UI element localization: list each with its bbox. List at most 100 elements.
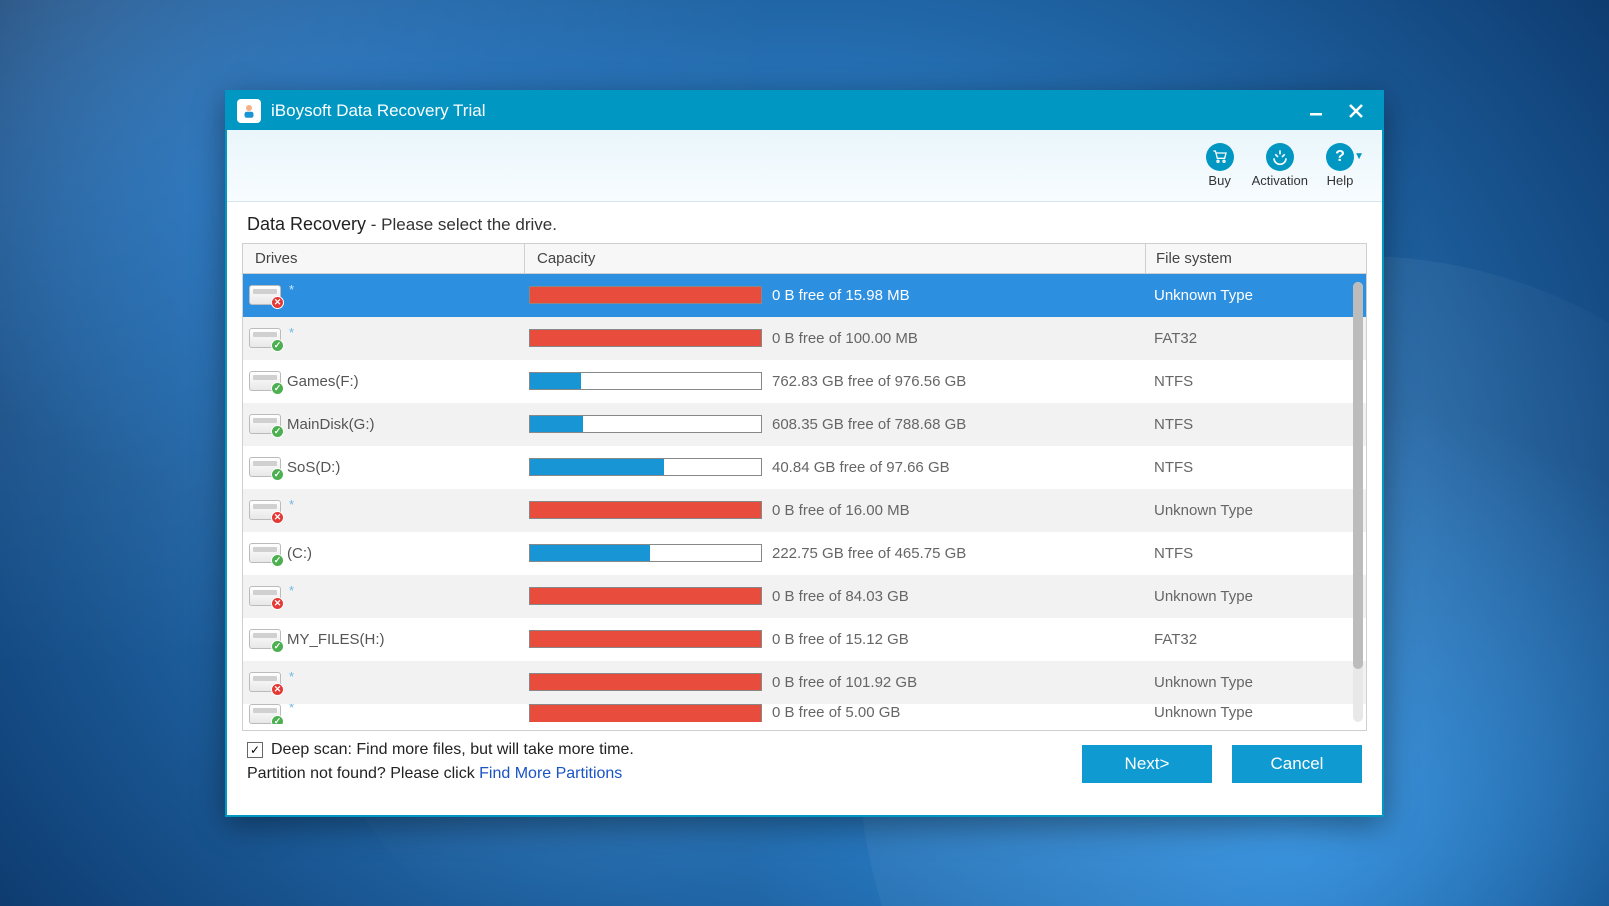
capacity-bar	[529, 630, 762, 648]
column-drives[interactable]: Drives	[243, 244, 525, 273]
table-row[interactable]: ✕*0 B free of 15.98 MBUnknown Type	[243, 274, 1366, 317]
table-row[interactable]: ✕*0 B free of 16.00 MBUnknown Type	[243, 489, 1366, 532]
capacity-bar	[529, 704, 762, 722]
table-row[interactable]: ✕ * 0 B free of 101.92 GB Unknown Type	[243, 661, 1366, 704]
filesystem-text: FAT32	[1146, 330, 1366, 347]
filesystem-text: Unknown Type	[1146, 287, 1366, 304]
asterisk-icon: *	[289, 583, 294, 598]
capacity-bar	[529, 329, 762, 347]
capacity-bar-fill	[530, 705, 761, 722]
app-icon	[237, 99, 261, 123]
capacity-bar	[529, 673, 762, 691]
help-button[interactable]: ? ▼ Help	[1326, 143, 1354, 188]
capacity-text: 0 B free of 15.98 MB	[772, 287, 910, 304]
filesystem-text: NTFS	[1146, 416, 1366, 433]
drive-grid: Drives Capacity File system ✕*0 B free o…	[242, 243, 1367, 731]
toolbar: Buy Activation ? ▼ Help	[227, 130, 1382, 202]
scrollbar[interactable]	[1353, 282, 1363, 722]
column-filesystem[interactable]: File system	[1146, 244, 1366, 273]
drive-icon: ✓	[249, 629, 281, 649]
filesystem-text: Unknown Type	[1146, 674, 1366, 691]
activation-button[interactable]: Activation	[1252, 143, 1308, 188]
activation-label: Activation	[1252, 173, 1308, 188]
table-row[interactable]: ✓Games(F:)762.83 GB free of 976.56 GBNTF…	[243, 360, 1366, 403]
status-ok-icon: ✓	[271, 425, 284, 438]
drive-icon: ✓	[249, 457, 281, 477]
capacity-bar	[529, 415, 762, 433]
cancel-button[interactable]: Cancel	[1232, 745, 1362, 783]
scrollbar-thumb[interactable]	[1353, 282, 1363, 669]
buy-button[interactable]: Buy	[1206, 143, 1234, 188]
capacity-bar	[529, 372, 762, 390]
drive-name: (C:)	[287, 545, 312, 562]
drive-name: MainDisk(G:)	[287, 416, 375, 433]
table-row[interactable]: ✓ SoS(D:) 40.84 GB free of 97.66 GB NTFS	[243, 446, 1366, 489]
footer: ✓ Deep scan: Find more files, but will t…	[227, 731, 1382, 815]
close-button[interactable]	[1336, 92, 1376, 130]
desktop-background: iBoysoft Data Recovery Trial Buy Activat…	[0, 0, 1609, 906]
table-row[interactable]: ✓ MY_FILES(H:) 0 B free of 15.12 GB FAT32	[243, 618, 1366, 661]
capacity-bar-fill	[530, 373, 581, 389]
next-button[interactable]: Next>	[1082, 745, 1212, 783]
capacity-bar-fill	[530, 502, 761, 518]
drive-icon: ✕	[249, 586, 281, 606]
capacity-bar-fill	[530, 631, 761, 647]
heading-subtitle: - Please select the drive.	[366, 215, 557, 234]
capacity-bar-fill	[530, 330, 761, 346]
activation-icon	[1266, 143, 1294, 171]
capacity-bar-fill	[530, 588, 761, 604]
table-row[interactable]: ✕*0 B free of 84.03 GBUnknown Type	[243, 575, 1366, 618]
help-icon: ?	[1326, 143, 1354, 171]
status-error-icon: ✕	[271, 683, 284, 696]
grid-header: Drives Capacity File system	[243, 244, 1366, 274]
capacity-text: 0 B free of 15.12 GB	[772, 631, 909, 648]
page-heading: Data Recovery - Please select the drive.	[227, 202, 1382, 243]
asterisk-icon: *	[289, 669, 294, 684]
table-row[interactable]: ✓*0 B free of 100.00 MBFAT32	[243, 317, 1366, 360]
capacity-bar-fill	[530, 287, 761, 303]
capacity-text: 40.84 GB free of 97.66 GB	[772, 459, 950, 476]
filesystem-text: NTFS	[1146, 373, 1366, 390]
window-title: iBoysoft Data Recovery Trial	[271, 101, 485, 121]
drive-name: Games(F:)	[287, 373, 359, 390]
capacity-text: 762.83 GB free of 976.56 GB	[772, 373, 966, 390]
capacity-bar	[529, 501, 762, 519]
drive-name: SoS(D:)	[287, 459, 340, 476]
find-more-partitions-link[interactable]: Find More Partitions	[479, 765, 622, 782]
status-ok-icon: ✓	[271, 554, 284, 567]
status-ok-icon: ✓	[271, 339, 284, 352]
capacity-text: 0 B free of 101.92 GB	[772, 674, 917, 691]
partition-prompt: Partition not found? Please click	[247, 765, 479, 782]
filesystem-text: Unknown Type	[1146, 704, 1366, 721]
drive-icon: ✕	[249, 500, 281, 520]
capacity-text: 0 B free of 5.00 GB	[772, 704, 900, 721]
filesystem-text: NTFS	[1146, 459, 1366, 476]
column-capacity[interactable]: Capacity	[525, 244, 1146, 273]
drive-icon: ✓	[249, 371, 281, 391]
capacity-text: 0 B free of 84.03 GB	[772, 588, 909, 605]
table-row[interactable]: ✓ * 0 B free of 5.00 GB Unknown Type	[243, 704, 1366, 724]
deep-scan-checkbox[interactable]: ✓	[247, 742, 263, 758]
status-ok-icon: ✓	[271, 382, 284, 395]
capacity-bar	[529, 544, 762, 562]
filesystem-text: NTFS	[1146, 545, 1366, 562]
buy-label: Buy	[1208, 173, 1230, 188]
grid-body: ✕ * 0 B free of 15.98 MB Unknown Type ✓ * 0 B …	[243, 274, 1366, 730]
status-error-icon: ✕	[271, 511, 284, 524]
capacity-text: 222.75 GB free of 465.75 GB	[772, 545, 966, 562]
table-row[interactable]: ✓(C:) 222.75 GB free of 465.75 GB NTFS	[243, 532, 1366, 575]
capacity-text: 0 B free of 100.00 MB	[772, 330, 918, 347]
minimize-button[interactable]	[1296, 92, 1336, 130]
drive-icon: ✓	[249, 704, 281, 724]
status-error-icon: ✕	[271, 296, 284, 309]
titlebar[interactable]: iBoysoft Data Recovery Trial	[227, 92, 1382, 130]
app-window: iBoysoft Data Recovery Trial Buy Activat…	[225, 90, 1384, 817]
status-error-icon: ✕	[271, 597, 284, 610]
asterisk-icon: *	[289, 704, 294, 716]
chevron-down-icon: ▼	[1354, 151, 1364, 162]
table-row[interactable]: ✓MainDisk(G:) 608.35 GB free of 788.68 GB…	[243, 403, 1366, 446]
filesystem-text: FAT32	[1146, 631, 1366, 648]
capacity-bar-fill	[530, 545, 650, 561]
drive-name: MY_FILES(H:)	[287, 631, 385, 648]
capacity-text: 608.35 GB free of 788.68 GB	[772, 416, 966, 433]
